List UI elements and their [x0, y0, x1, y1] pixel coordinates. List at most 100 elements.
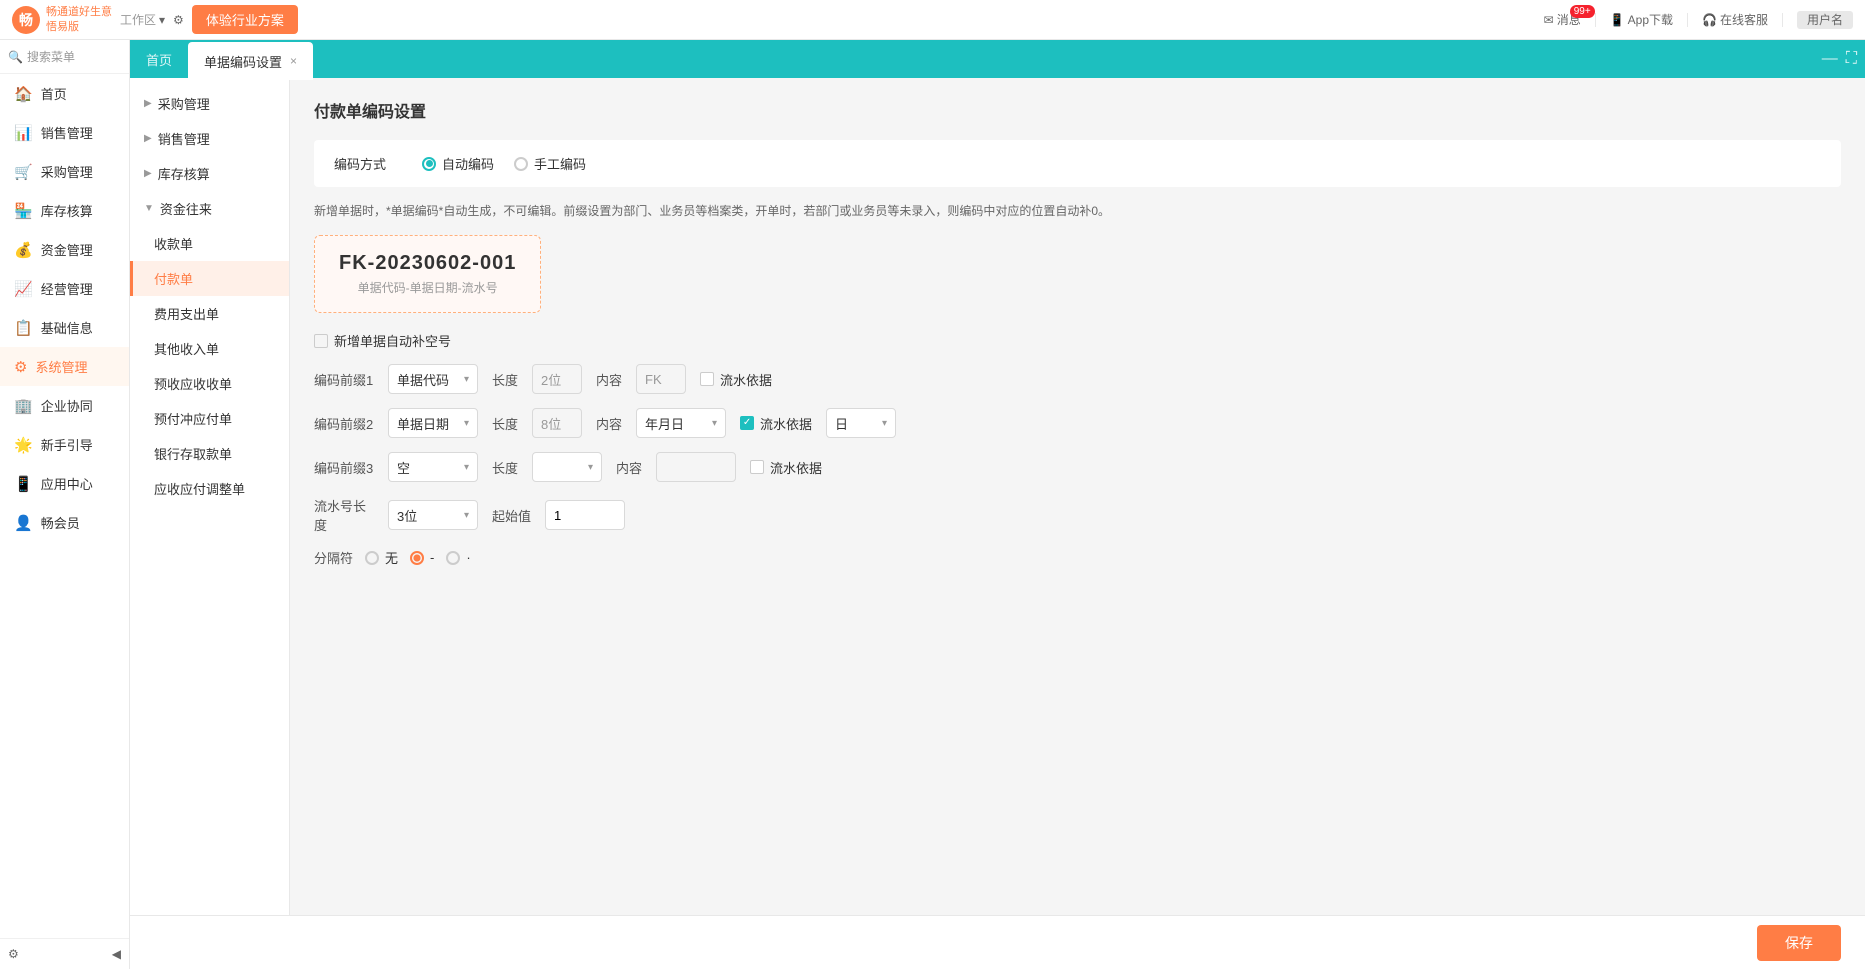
length3-label: 长度 — [492, 458, 518, 477]
enterprise-icon: 🏢 — [14, 397, 33, 415]
sep-dot-radio[interactable]: · — [446, 550, 470, 565]
sidebar-item-sales[interactable]: 📊 销售管理 — [0, 113, 129, 152]
online-service-btn[interactable]: 🎧 在线客服 — [1702, 11, 1768, 28]
serial-length-select[interactable]: 3位 ▾ — [388, 500, 478, 530]
settings-icon-btn[interactable]: ⚙ — [173, 13, 184, 27]
purchase-icon: 🛒 — [14, 163, 33, 181]
start-value-input[interactable] — [545, 500, 625, 530]
sidebar-item-apps[interactable]: 📱 应用中心 — [0, 464, 129, 503]
top-bar-right: ✉ 消息 99+ 📱 App下载 🎧 在线客服 用户名 — [1544, 11, 1853, 28]
sidebar-item-enterprise[interactable]: 🏢 企业协同 — [0, 386, 129, 425]
prefix-row-3: 编码前缀3 空 ▾ 长度 ▾ 内容 流水依据 — [314, 452, 1841, 482]
select-arrow-icon: ▾ — [464, 462, 469, 473]
info-text: 新增单据时，*单据编码*自动生成，不可编辑。前缀设置为部门、业务员等档案类，开单… — [314, 201, 1841, 221]
auto-fill-checkbox-row: 新增单据自动补空号 — [314, 331, 1841, 350]
sidebar-item-finance[interactable]: 💰 资金管理 — [0, 230, 129, 269]
serial2-checkbox[interactable] — [740, 416, 754, 430]
newbie-icon: 🌟 — [14, 436, 33, 454]
user-avatar[interactable]: 用户名 — [1797, 11, 1853, 28]
sidebar-search[interactable]: 🔍 搜索菜单 — [0, 40, 129, 74]
sep-none-dot — [365, 551, 379, 565]
sidebar-item-home[interactable]: 🏠 首页 — [0, 74, 129, 113]
sep-none-radio[interactable]: 无 — [365, 548, 398, 567]
sidebar-item-system[interactable]: ⚙ 系统管理 — [0, 347, 129, 386]
prefix-row-1: 编码前缀1 单据代码 ▾ 长度 2位 内容 FK 流水依据 — [314, 364, 1841, 394]
sub-group-sales: ▶ 销售管理 — [130, 121, 289, 156]
sidebar-item-inventory[interactable]: 🏪 库存核算 — [0, 191, 129, 230]
serial2-unit-select[interactable]: 日 ▾ — [826, 408, 896, 438]
sub-item-payment[interactable]: 付款单 — [130, 261, 289, 296]
tab-home[interactable]: 首页 — [130, 40, 188, 78]
serial1-checkbox[interactable] — [700, 372, 714, 386]
group-arrow-icon: ▶ — [144, 168, 152, 179]
sub-item-other-income[interactable]: 其他收入单 — [130, 331, 289, 366]
sub-sidebar: ▶ 采购管理 ▶ 销售管理 ▶ 库存核算 — [130, 78, 290, 915]
length1-input: 2位 — [532, 364, 582, 394]
sidebar-collapse-btn[interactable]: ◀ — [112, 947, 121, 961]
length3-select[interactable]: ▾ — [532, 452, 602, 482]
sidebar-item-label: 应用中心 — [41, 474, 93, 493]
minimize-btn[interactable]: — — [1822, 50, 1838, 68]
sidebar-item-basic[interactable]: 📋 基础信息 — [0, 308, 129, 347]
sub-item-advance-receive[interactable]: 预收应收收单 — [130, 366, 289, 401]
auto-coding-radio[interactable]: 自动编码 — [422, 154, 494, 173]
manual-coding-radio[interactable]: 手工编码 — [514, 154, 586, 173]
serial3-checkbox[interactable] — [750, 460, 764, 474]
sidebar-item-label: 销售管理 — [41, 123, 93, 142]
tab-bar: 首页 单据编码设置 × — ⛶ — [130, 40, 1865, 78]
prefix3-select[interactable]: 空 ▾ — [388, 452, 478, 482]
prefix1-select[interactable]: 单据代码 ▾ — [388, 364, 478, 394]
sub-item-bank[interactable]: 银行存取款单 — [130, 436, 289, 471]
main-page-content: 付款单编码设置 编码方式 自动编码 手工编码 — [290, 78, 1865, 915]
service-icon: 🎧 — [1702, 13, 1717, 27]
sep-dash-dot — [410, 551, 424, 565]
save-button[interactable]: 保存 — [1757, 925, 1841, 961]
serial2-label: 流水依据 — [760, 414, 812, 433]
group-collapse-icon: ▼ — [144, 203, 154, 214]
select-arrow-icon: ▾ — [712, 418, 717, 429]
sub-item-expense[interactable]: 费用支出单 — [130, 296, 289, 331]
group-arrow-icon: ▶ — [144, 133, 152, 144]
prefix2-select[interactable]: 单据日期 ▾ — [388, 408, 478, 438]
sidebar-settings-btn[interactable]: ⚙ — [8, 947, 19, 961]
sep-dot-dot — [446, 551, 460, 565]
sub-item-receipt[interactable]: 收款单 — [130, 226, 289, 261]
code-preview-example: FK-20230602-001 — [339, 252, 516, 275]
sub-item-advance-pay[interactable]: 预付冲应付单 — [130, 401, 289, 436]
app-download-btn[interactable]: 📱 App下载 — [1610, 11, 1673, 28]
trial-button[interactable]: 体验行业方案 — [192, 5, 298, 34]
sub-group-purchase-title[interactable]: ▶ 采购管理 — [130, 86, 289, 121]
content1-label: 内容 — [596, 370, 622, 389]
fullscreen-btn[interactable]: ⛶ — [1846, 50, 1857, 68]
sidebar-item-label: 经营管理 — [41, 279, 93, 298]
length2-label: 长度 — [492, 414, 518, 433]
prefix1-label: 编码前缀1 — [314, 370, 374, 389]
tab-close-btn[interactable]: × — [290, 54, 297, 68]
tab-active[interactable]: 单据编码设置 × — [188, 42, 313, 80]
auto-fill-label: 新增单据自动补空号 — [334, 331, 451, 350]
serial1-label: 流水依据 — [720, 370, 772, 389]
serial3-checkbox-group: 流水依据 — [750, 458, 822, 477]
sidebar-item-operations[interactable]: 📈 经营管理 — [0, 269, 129, 308]
top-bar-left: 畅 畅通道好生意 悟易版 工作区 ▾ ⚙ 体验行业方案 — [12, 5, 298, 34]
auto-fill-checkbox[interactable] — [314, 334, 328, 348]
sub-group-finance-title[interactable]: ▼ 资金往来 — [130, 191, 289, 226]
serial-length-row: 流水号长度 3位 ▾ 起始值 — [314, 496, 1841, 534]
sidebar-item-newbie[interactable]: 🌟 新手引导 — [0, 425, 129, 464]
top-bar: 畅 畅通道好生意 悟易版 工作区 ▾ ⚙ 体验行业方案 ✉ 消息 99+ 📱 A… — [0, 0, 1865, 40]
user-name: 用户名 — [1797, 11, 1853, 29]
prefix-row-2: 编码前缀2 单据日期 ▾ 长度 8位 内容 年月日 ▾ — [314, 408, 1841, 438]
workspace-dropdown[interactable]: 工作区 ▾ — [120, 11, 165, 28]
sub-group-inventory: ▶ 库存核算 — [130, 156, 289, 191]
system-icon: ⚙ — [14, 358, 27, 376]
prefix3-label: 编码前缀3 — [314, 458, 374, 477]
bottom-bar: 保存 — [130, 915, 1865, 969]
sub-group-inventory-title[interactable]: ▶ 库存核算 — [130, 156, 289, 191]
sep-dash-radio[interactable]: - — [410, 550, 434, 565]
sub-group-sales-title[interactable]: ▶ 销售管理 — [130, 121, 289, 156]
message-btn[interactable]: ✉ 消息 99+ — [1544, 11, 1581, 28]
sub-item-adjustment[interactable]: 应收应付调整单 — [130, 471, 289, 506]
sidebar-item-purchase[interactable]: 🛒 采购管理 — [0, 152, 129, 191]
content2-select[interactable]: 年月日 ▾ — [636, 408, 726, 438]
sidebar-item-member[interactable]: 👤 畅会员 — [0, 503, 129, 542]
